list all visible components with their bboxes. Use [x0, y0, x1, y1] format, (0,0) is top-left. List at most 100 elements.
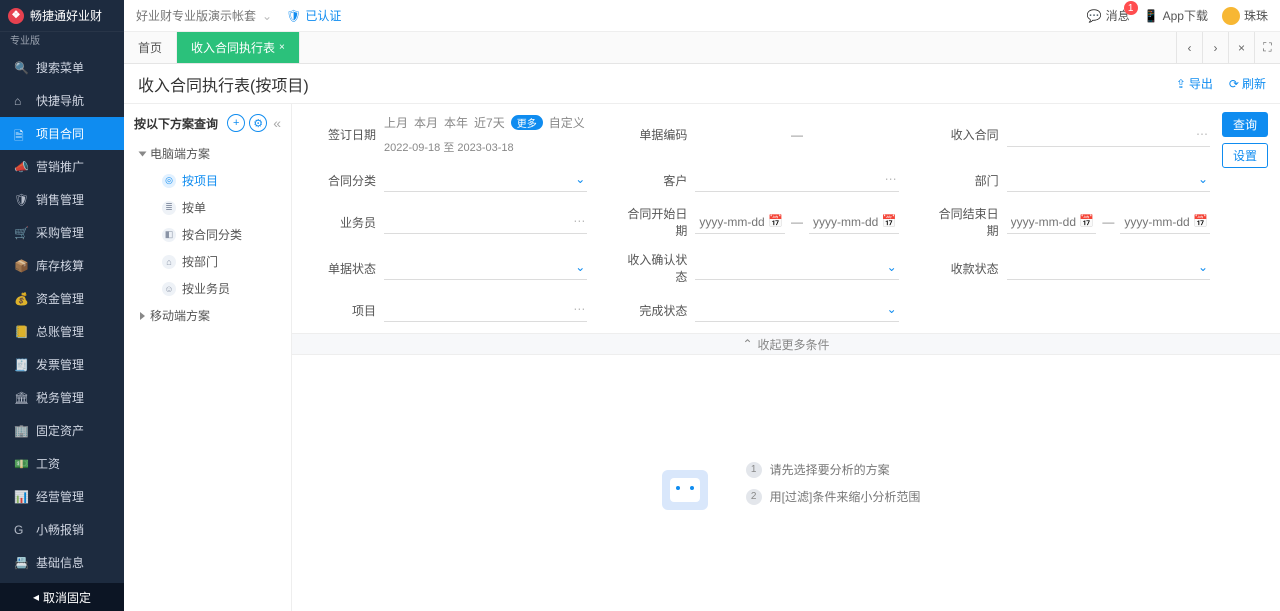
preset-last-month[interactable]: 上月	[384, 114, 408, 131]
tree-group-header[interactable]: 移动端方案	[140, 302, 285, 329]
tree-item[interactable]: ◎按项目	[140, 167, 285, 194]
department-select[interactable]	[1007, 168, 1210, 192]
sidebar-item[interactable]: 🛡销售管理	[0, 183, 124, 216]
menu-icon: 🔍	[14, 61, 28, 75]
chevron-down-icon[interactable]: ⌄	[575, 172, 585, 186]
sidebar-item[interactable]: 📒总账管理	[0, 315, 124, 348]
sidebar-item[interactable]: 🗎项目合同	[0, 117, 124, 150]
refresh-button[interactable]: ⟳ 刷新	[1229, 75, 1266, 92]
tab[interactable]: 收入合同执行表×	[177, 32, 300, 63]
sidebar-item[interactable]: 🛒采购管理	[0, 216, 124, 249]
close-icon[interactable]: ×	[279, 42, 285, 53]
step-text: 用[过滤]条件来缩小分析范围	[770, 488, 921, 505]
more-icon[interactable]: ⋯	[885, 172, 897, 186]
menu-icon: 📇	[14, 556, 28, 570]
chevron-down-icon[interactable]: ⌄	[1198, 172, 1208, 186]
tab-fullscreen[interactable]: ⛶	[1254, 32, 1280, 64]
chevron-down-icon[interactable]: ⌄	[1198, 260, 1208, 274]
preset-this-year[interactable]: 本年	[444, 114, 468, 131]
export-button[interactable]: ⇪ 导出	[1176, 75, 1213, 92]
more-icon[interactable]: ⋯	[1196, 127, 1208, 141]
calendar-icon[interactable]: 📅	[882, 214, 897, 228]
caret-icon	[140, 312, 145, 320]
app-download-button[interactable]: 📱 App下载	[1144, 7, 1208, 24]
tab-close-all[interactable]: ×	[1228, 32, 1254, 64]
page-title: 收入合同执行表(按项目)	[138, 72, 1160, 96]
tree-item[interactable]: ⌂按部门	[140, 248, 285, 275]
phone-icon: 📱	[1144, 9, 1159, 23]
menu-item-label: 快捷导航	[36, 92, 84, 109]
sidebar-item[interactable]: 💰资金管理	[0, 282, 124, 315]
chat-icon: 💬	[1087, 9, 1102, 23]
sidebar-item[interactable]: ⌂ 快捷导航	[0, 84, 124, 117]
tab-next[interactable]: ›	[1202, 32, 1228, 64]
chevron-down-icon[interactable]: ⌄	[887, 302, 897, 316]
scheme-add-button[interactable]: +	[227, 114, 245, 132]
collapse-more-conditions[interactable]: ⌃ 收起更多条件	[292, 333, 1280, 355]
filter-income-confirm-status: 收入确认状态 ⌄	[617, 251, 898, 285]
menu-icon: ⌂	[14, 94, 28, 108]
filter-label: 合同开始日期	[617, 205, 687, 239]
complete-status-select[interactable]	[695, 298, 898, 322]
menu-item-label: 营销推广	[36, 158, 84, 175]
sidebar-item[interactable]: 🧾 发票管理	[0, 348, 124, 381]
chevron-up-icon: ⌃	[742, 337, 752, 351]
account-selector[interactable]: 好业财专业版演示帐套 ⌄	[136, 7, 272, 24]
preset-this-month[interactable]: 本月	[414, 114, 438, 131]
user-menu[interactable]: 珠珠	[1222, 7, 1268, 25]
scheme-settings-button[interactable]: ⚙	[249, 114, 267, 132]
doc-status-select[interactable]	[384, 256, 587, 280]
menu-item-label: 税务管理	[36, 389, 84, 406]
sidebar-item[interactable]: G小畅报销	[0, 513, 124, 546]
sidebar-item[interactable]: 📊经营管理	[0, 480, 124, 513]
sidebar-item[interactable]: 📦库存核算	[0, 249, 124, 282]
contract-class-select[interactable]	[384, 168, 587, 192]
project-input[interactable]	[384, 298, 587, 322]
income-contract-input[interactable]	[1007, 123, 1210, 147]
income-confirm-status-select[interactable]	[695, 256, 898, 280]
sidebar-item[interactable]: 📇基础信息	[0, 546, 124, 579]
preset-7-days[interactable]: 近7天	[474, 114, 505, 131]
sidebar-unpin[interactable]: ◂ 取消固定	[0, 583, 124, 611]
tree-item-icon: ⌂	[162, 255, 176, 269]
scheme-collapse-button[interactable]: «	[273, 115, 281, 131]
menu-icon: 🧾	[14, 358, 28, 372]
sidebar-item[interactable]: 💵工资	[0, 447, 124, 480]
calendar-icon[interactable]: 📅	[768, 214, 783, 228]
filter-label: 签订日期	[306, 126, 376, 143]
preset-more[interactable]: 更多	[511, 115, 543, 130]
tree-group-header[interactable]: 电脑端方案	[140, 140, 285, 167]
query-button[interactable]: 查询	[1222, 112, 1268, 137]
refresh-icon: ⟳	[1229, 77, 1239, 91]
tree-item[interactable]: ☺按业务员	[140, 275, 285, 302]
sidebar-item[interactable]: 🔍搜索菜单	[0, 51, 124, 84]
tab-prev[interactable]: ‹	[1176, 32, 1202, 64]
sidebar-item[interactable]: 🏛税务管理	[0, 381, 124, 414]
sidebar-item[interactable]: 📣营销推广	[0, 150, 124, 183]
salesperson-input[interactable]	[384, 210, 587, 234]
verified-label: 已认证	[305, 7, 341, 24]
calendar-icon[interactable]: 📅	[1193, 214, 1208, 228]
collapse-label: 收起更多条件	[758, 336, 830, 353]
side-actions: 查询 设置	[1222, 112, 1268, 168]
menu-icon: 📊	[14, 490, 28, 504]
settings-button[interactable]: 设置	[1222, 143, 1268, 168]
range-dash: —	[1102, 215, 1114, 229]
tree-item[interactable]: ◧按合同分类	[140, 221, 285, 248]
filter-department: 部门 ⌄	[929, 167, 1210, 193]
menu-item-label: 发票管理	[36, 356, 84, 373]
filter-label: 单据编码	[617, 126, 687, 143]
tab[interactable]: 首页	[124, 32, 177, 63]
preset-custom[interactable]: 自定义	[549, 114, 585, 131]
chevron-down-icon[interactable]: ⌄	[575, 260, 585, 274]
more-icon[interactable]: ⋯	[573, 214, 585, 228]
receipt-status-select[interactable]	[1007, 256, 1210, 280]
sidebar-item[interactable]: 🏢固定资产	[0, 414, 124, 447]
calendar-icon[interactable]: 📅	[1079, 214, 1094, 228]
customer-input[interactable]	[695, 168, 898, 192]
tree-item[interactable]: ≣按单	[140, 194, 285, 221]
more-icon[interactable]: ⋯	[573, 302, 585, 316]
chevron-down-icon[interactable]: ⌄	[887, 260, 897, 274]
step-number: 1	[746, 462, 762, 478]
messages-button[interactable]: 💬 消息 1	[1087, 7, 1130, 24]
